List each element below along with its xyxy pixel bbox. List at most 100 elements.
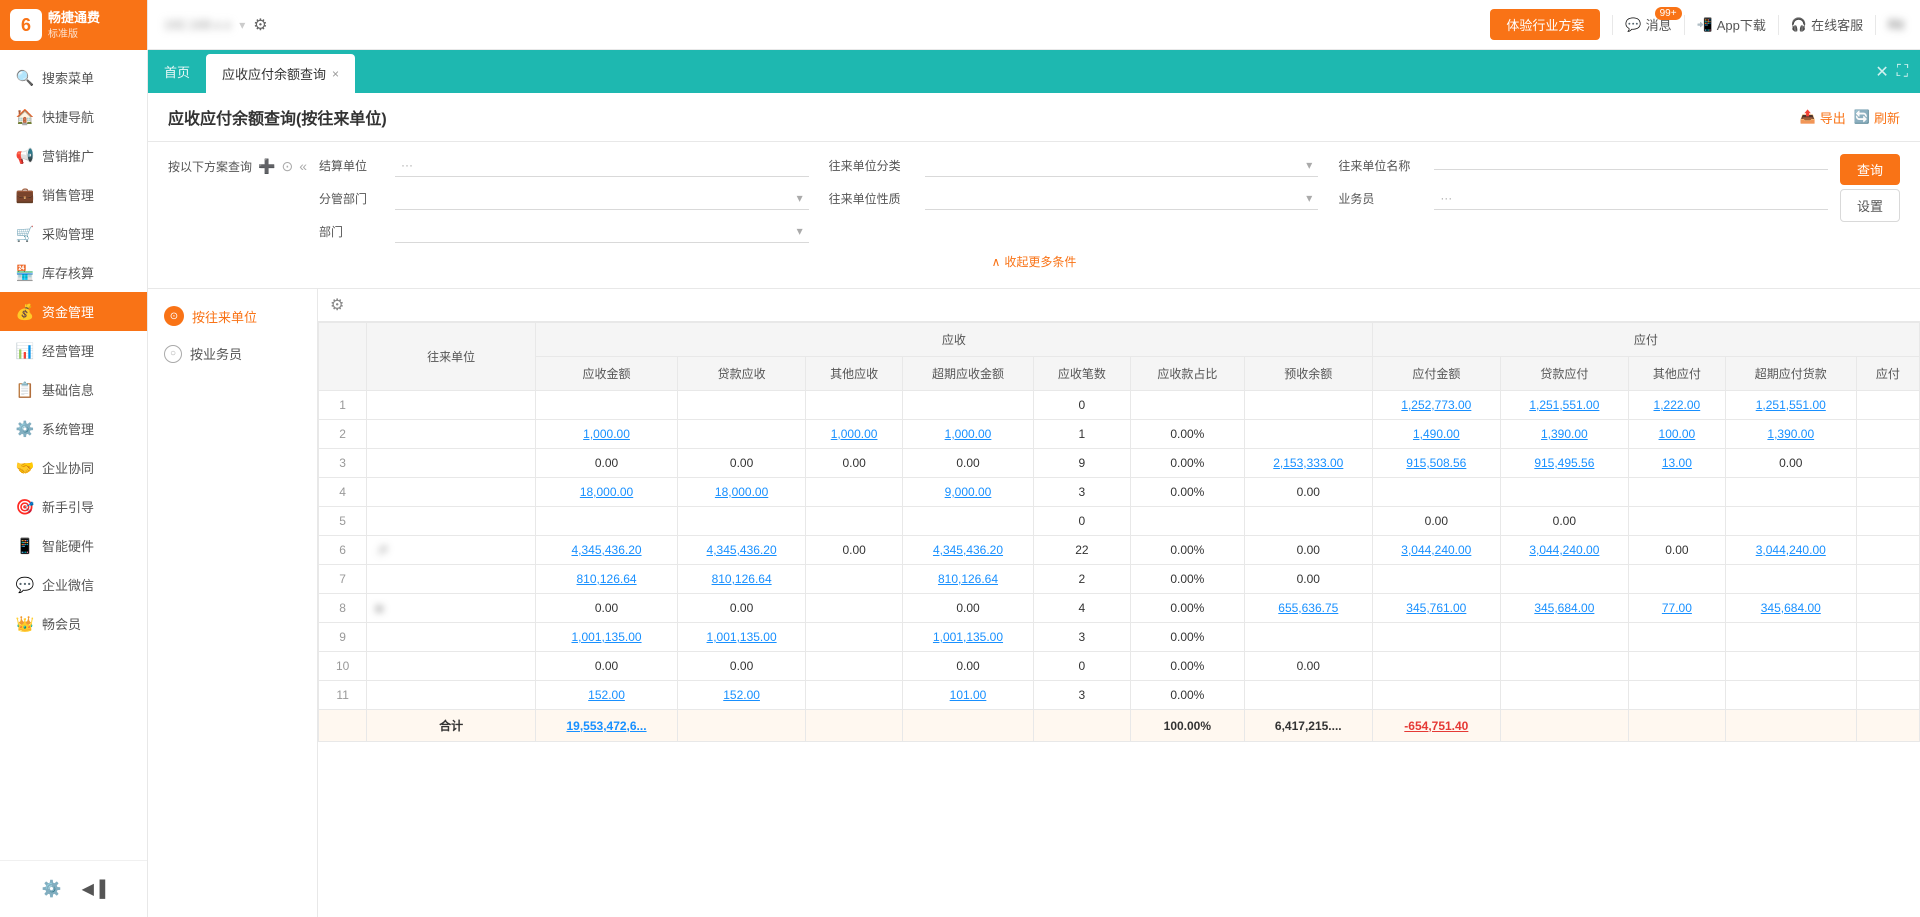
topbar-divider-2 (1684, 15, 1685, 35)
scheme-arrow-btn[interactable]: « (299, 158, 307, 174)
cell-3[interactable]: 810,126.64 (903, 565, 1034, 594)
division-dept-input[interactable]: ▾ (395, 187, 809, 210)
cell-0[interactable]: 152.00 (535, 681, 677, 710)
cell-8[interactable]: 345,684.00 (1500, 594, 1628, 623)
cell-6[interactable]: 2,153,333.00 (1244, 449, 1372, 478)
sidebar-item-sales[interactable]: 💼 销售管理 (0, 175, 147, 214)
cell-idx: 6 (319, 536, 367, 565)
tab-home[interactable]: 首页 (148, 52, 206, 91)
cell-7[interactable]: 345,761.00 (1372, 594, 1500, 623)
app-download-icon: 📲 (1697, 17, 1713, 33)
cell-7[interactable]: 915,508.56 (1372, 449, 1500, 478)
nav-by-salesman[interactable]: ○ 按业务员 (148, 335, 317, 372)
settlement-unit-input[interactable]: ··· (395, 154, 809, 177)
footer-recv-amt[interactable]: 19,553,472,6... (535, 710, 677, 742)
cell-0[interactable]: 1,001,135.00 (535, 623, 677, 652)
department-input[interactable]: ▾ (395, 220, 809, 243)
breadcrumb: 192.168.x.x ▾ ⚙ (164, 15, 1478, 35)
table-settings-icon[interactable]: ⚙ (330, 295, 344, 315)
cell-9[interactable]: 1,222.00 (1628, 391, 1725, 420)
partner-category-input[interactable]: ▾ (925, 154, 1319, 177)
cell-10[interactable]: 1,251,551.00 (1725, 391, 1856, 420)
cell-0[interactable]: 4,345,436.20 (535, 536, 677, 565)
cell-7 (1372, 478, 1500, 507)
tab-close-btn[interactable]: × (332, 67, 339, 81)
cell-0[interactable]: 1,000.00 (535, 420, 677, 449)
footer-pay-amt[interactable]: -654,751.40 (1372, 710, 1500, 742)
cell-3[interactable]: 9,000.00 (903, 478, 1034, 507)
sidebar-item-operation[interactable]: 📊 经营管理 (0, 331, 147, 370)
refresh-btn[interactable]: 🔄 刷新 (1854, 108, 1900, 127)
message-btn[interactable]: 💬 消息 99+ (1625, 15, 1671, 34)
cell-0[interactable]: 810,126.64 (535, 565, 677, 594)
query-button[interactable]: 查询 (1840, 154, 1900, 185)
cell-3[interactable]: 101.00 (903, 681, 1034, 710)
cell-7[interactable]: 3,044,240.00 (1372, 536, 1500, 565)
cell-3[interactable]: 1,000.00 (903, 420, 1034, 449)
app-download-btn[interactable]: 📲 App下载 (1697, 15, 1766, 34)
cell-idx: 1 (319, 391, 367, 420)
sidebar-item-member[interactable]: 👑 畅会员 (0, 604, 147, 643)
cell-9[interactable]: 77.00 (1628, 594, 1725, 623)
cell-8[interactable]: 915,495.56 (1500, 449, 1628, 478)
cell-1[interactable]: 152.00 (678, 681, 806, 710)
tab-maximize-btn[interactable]: ⛶ (1897, 63, 1908, 81)
add-scheme-btn[interactable]: ➕ (258, 158, 275, 175)
cell-9[interactable]: 100.00 (1628, 420, 1725, 449)
tab-close-window-btn[interactable]: ✕ (1875, 62, 1888, 82)
sidebar-item-hardware[interactable]: 📱 智能硬件 (0, 526, 147, 565)
set-button[interactable]: 设置 (1840, 189, 1900, 222)
sidebar-item-wechat[interactable]: 💬 企业微信 (0, 565, 147, 604)
salesman-input[interactable]: ··· (1434, 187, 1828, 210)
sidebar-item-marketing[interactable]: 📢 营销推广 (0, 136, 147, 175)
settings-bottom-icon[interactable]: ⚙️ (42, 879, 62, 899)
cell-1[interactable]: 4,345,436.20 (678, 536, 806, 565)
sys-manage-icon: ⚙️ (16, 420, 34, 438)
table-container[interactable]: 往来单位 应收 应付 应收金额 贷款应收 其他应收 超期应收金额 (318, 322, 1920, 917)
cell-0[interactable]: 18,000.00 (535, 478, 677, 507)
cell-8[interactable]: 1,390.00 (1500, 420, 1628, 449)
sidebar-item-purchase[interactable]: 🛒 采购管理 (0, 214, 147, 253)
sidebar-item-sys-manage[interactable]: ⚙️ 系统管理 (0, 409, 147, 448)
cell-10[interactable]: 3,044,240.00 (1725, 536, 1856, 565)
cell-6[interactable]: 655,636.75 (1244, 594, 1372, 623)
cell-4: 4 (1033, 594, 1130, 623)
export-btn[interactable]: 📤 导出 (1800, 108, 1846, 127)
sidebar-item-quick-nav[interactable]: 🏠 快捷导航 (0, 97, 147, 136)
online-service-btn[interactable]: 🎧 在线客服 (1791, 15, 1863, 34)
industry-btn[interactable]: 体验行业方案 (1490, 9, 1600, 40)
search-menu-icon: 🔍 (16, 69, 34, 87)
cell-8[interactable]: 1,251,551.00 (1500, 391, 1628, 420)
partner-name-input[interactable] (1434, 161, 1828, 170)
sidebar-item-enterprise[interactable]: 🤝 企业协同 (0, 448, 147, 487)
cell-0: 0.00 (535, 652, 677, 681)
settings-scheme-btn[interactable]: ⊙ (281, 158, 293, 175)
cell-2[interactable]: 1,000.00 (806, 420, 903, 449)
partner-nature-input[interactable]: ▾ (925, 187, 1319, 210)
cell-3[interactable]: 4,345,436.20 (903, 536, 1034, 565)
cell-1[interactable]: 810,126.64 (678, 565, 806, 594)
nav-by-salesman-icon: ○ (164, 345, 182, 363)
sidebar-item-basic-info[interactable]: 📋 基础信息 (0, 370, 147, 409)
nav-by-partner[interactable]: ⊙ 按往来单位 (148, 297, 317, 335)
cell-10[interactable]: 1,390.00 (1725, 420, 1856, 449)
collapse-btn[interactable]: ∧ 收起更多条件 (992, 247, 1077, 276)
cell-5: 0.00% (1130, 681, 1244, 710)
cell-10 (1725, 623, 1856, 652)
cell-3[interactable]: 1,001,135.00 (903, 623, 1034, 652)
cell-8[interactable]: 3,044,240.00 (1500, 536, 1628, 565)
sidebar-item-search-menu[interactable]: 🔍 搜索菜单 (0, 58, 147, 97)
sidebar-item-inventory[interactable]: 🏪 库存核算 (0, 253, 147, 292)
cell-1[interactable]: 1,001,135.00 (678, 623, 806, 652)
cell-1[interactable]: 18,000.00 (678, 478, 806, 507)
user-info[interactable]: Rit (1888, 17, 1904, 32)
cell-9[interactable]: 13.00 (1628, 449, 1725, 478)
sidebar-item-capital[interactable]: 💰 资金管理 (0, 292, 147, 331)
cell-7[interactable]: 1,252,773.00 (1372, 391, 1500, 420)
tab-ar-ap[interactable]: 应收应付余额查询 × (206, 54, 355, 93)
collapse-icon[interactable]: ◀▐ (82, 879, 106, 899)
gear-button[interactable]: ⚙ (253, 15, 267, 35)
sidebar-item-guide[interactable]: 🎯 新手引导 (0, 487, 147, 526)
cell-7[interactable]: 1,490.00 (1372, 420, 1500, 449)
cell-10[interactable]: 345,684.00 (1725, 594, 1856, 623)
